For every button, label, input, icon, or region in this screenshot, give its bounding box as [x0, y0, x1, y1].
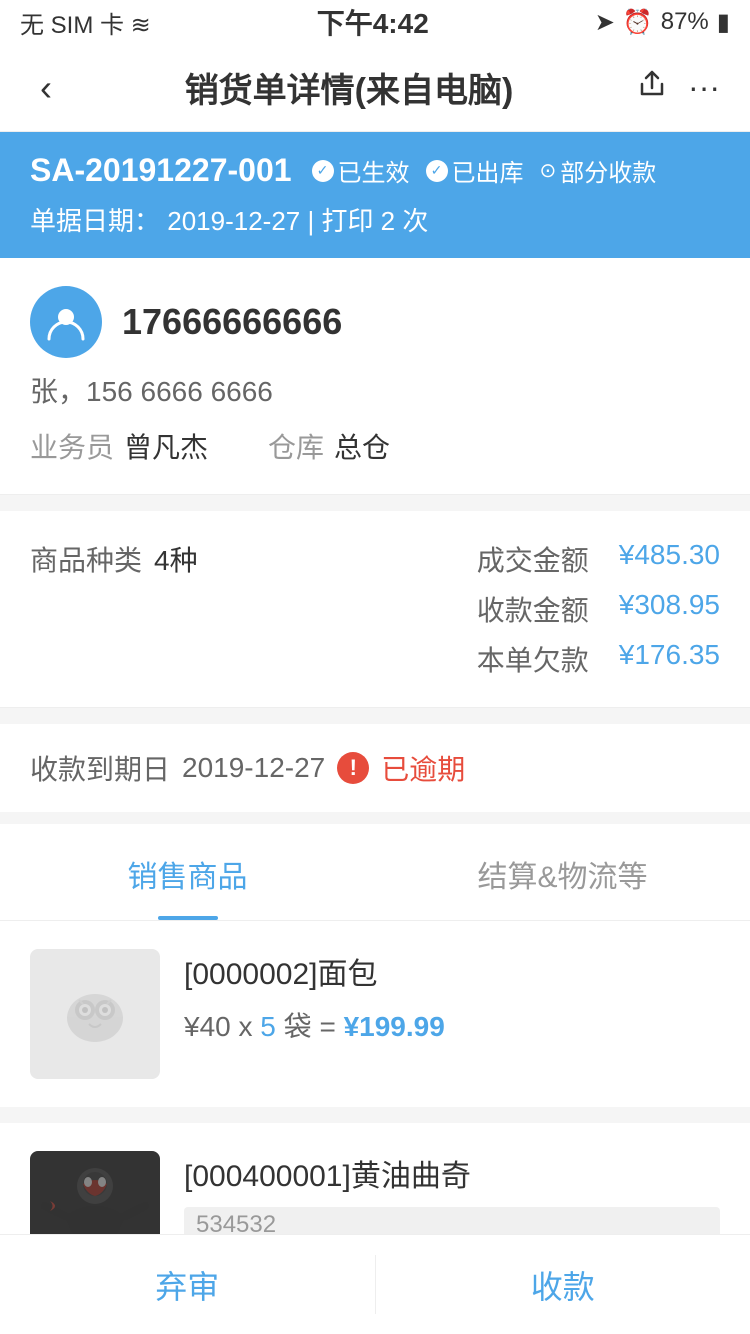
type-count: 4种	[154, 539, 198, 579]
overdue-date: 2019-12-27	[182, 752, 325, 784]
nav-bar: ‹ 销货单详情(来自电脑) ···	[0, 44, 750, 132]
tab-settlement[interactable]: 结算&物流等	[375, 824, 750, 920]
check-icon-1: ✓	[312, 160, 334, 182]
arrears-label: 本单欠款	[477, 639, 589, 679]
product-thumb-1	[30, 949, 160, 1079]
product-name-2: [000400001]黄油曲奇	[184, 1151, 720, 1195]
order-header: SA-20191227-001 ✓ 已生效 ✓ 已出库 ⊙ 部分收款 单据日期：…	[0, 132, 750, 258]
overdue-icon: !	[337, 752, 369, 784]
location-icon: ➤	[595, 8, 615, 37]
warehouse-value: 总仓	[334, 426, 390, 466]
tabs-section: 销售商品 结算&物流等	[0, 824, 750, 921]
amount-label: 成交金额	[477, 539, 589, 579]
order-id: SA-20191227-001	[30, 152, 292, 189]
summary-right: 成交金额 ¥485.30 收款金额 ¥308.95 本单欠款 ¥176.35	[477, 539, 720, 679]
battery-level: 87%	[661, 8, 709, 36]
warehouse-label: 仓库	[268, 426, 324, 466]
overdue-label: 收款到期日	[30, 748, 170, 788]
tab-products[interactable]: 销售商品	[0, 824, 375, 920]
received-label: 收款金额	[477, 589, 589, 629]
summary-row: 商品种类 4种 成交金额 ¥485.30 收款金额 ¥308.95 本单欠款 ¥…	[30, 539, 720, 679]
summary-section: 商品种类 4种 成交金额 ¥485.30 收款金额 ¥308.95 本单欠款 ¥…	[0, 511, 750, 708]
received-item: 收款金额 ¥308.95	[477, 589, 720, 629]
product-name-1: [0000002]面包	[184, 949, 720, 993]
product-total-1: ¥199.99	[344, 1011, 445, 1042]
summary-left: 商品种类 4种	[30, 539, 198, 579]
badge-shipped: ✓ 已出库	[426, 153, 524, 188]
nav-actions: ···	[636, 68, 720, 108]
arrears-value: ¥176.35	[619, 639, 720, 679]
salesman-value: 曾凡杰	[124, 426, 208, 466]
salesman-detail: 业务员 曾凡杰	[30, 426, 208, 466]
received-value: ¥308.95	[619, 589, 720, 629]
product-info-1: [0000002]面包 ¥40 x 5 袋 = ¥199.99	[184, 949, 720, 1045]
customer-sub: 张，156 6666 6666	[30, 370, 720, 410]
badge-partial-payment: ⊙ 部分收款	[540, 153, 657, 188]
battery-icon: ▮	[717, 8, 730, 37]
arrears-item: 本单欠款 ¥176.35	[477, 639, 720, 679]
badge-effective: ✓ 已生效	[312, 153, 410, 188]
cancel-button[interactable]: 弃审	[0, 1235, 375, 1334]
share-icon[interactable]	[636, 68, 668, 108]
status-right: ➤ ⏰ 87% ▮	[595, 8, 730, 37]
alarm-icon: ⏰	[623, 8, 653, 37]
page-title: 销货单详情(来自电脑)	[62, 63, 636, 112]
clock-icon: ⊙	[540, 158, 557, 183]
status-left: 无 SIM 卡 ≋	[20, 5, 151, 40]
customer-name: 17666666666	[122, 301, 342, 343]
customer-avatar	[30, 286, 102, 358]
status-time: 下午4:42	[317, 2, 429, 42]
customer-details: 业务员 曾凡杰 仓库 总仓	[30, 426, 720, 466]
salesman-label: 业务员	[30, 426, 114, 466]
amount-item: 成交金额 ¥485.30	[477, 539, 720, 579]
customer-row: 17666666666	[30, 286, 720, 358]
bottom-bar: 弃审 收款	[0, 1234, 750, 1334]
more-icon[interactable]: ···	[688, 69, 720, 106]
order-badges: ✓ 已生效 ✓ 已出库 ⊙ 部分收款	[312, 153, 657, 188]
product-qty-1: 5	[260, 1011, 276, 1042]
overdue-section: 收款到期日 2019-12-27 ! 已逾期	[0, 724, 750, 824]
sim-status: 无 SIM 卡 ≋	[20, 5, 151, 40]
warehouse-detail: 仓库 总仓	[268, 426, 390, 466]
order-date: 单据日期： 2019-12-27 | 打印 2 次	[30, 201, 720, 238]
product-item: [0000002]面包 ¥40 x 5 袋 = ¥199.99	[0, 921, 750, 1107]
amount-value: ¥485.30	[619, 539, 720, 579]
type-label: 商品种类	[30, 539, 142, 579]
overdue-status: 已逾期	[381, 748, 465, 788]
status-bar: 无 SIM 卡 ≋ 下午4:42 ➤ ⏰ 87% ▮	[0, 0, 750, 44]
check-icon-2: ✓	[426, 160, 448, 182]
back-button[interactable]: ‹	[30, 57, 62, 119]
product-price-1: ¥40 x 5 袋 = ¥199.99	[184, 1005, 720, 1045]
order-header-top: SA-20191227-001 ✓ 已生效 ✓ 已出库 ⊙ 部分收款	[30, 152, 720, 189]
customer-section: 17666666666 张，156 6666 6666 业务员 曾凡杰 仓库 总…	[0, 258, 750, 495]
confirm-button[interactable]: 收款	[376, 1235, 750, 1334]
